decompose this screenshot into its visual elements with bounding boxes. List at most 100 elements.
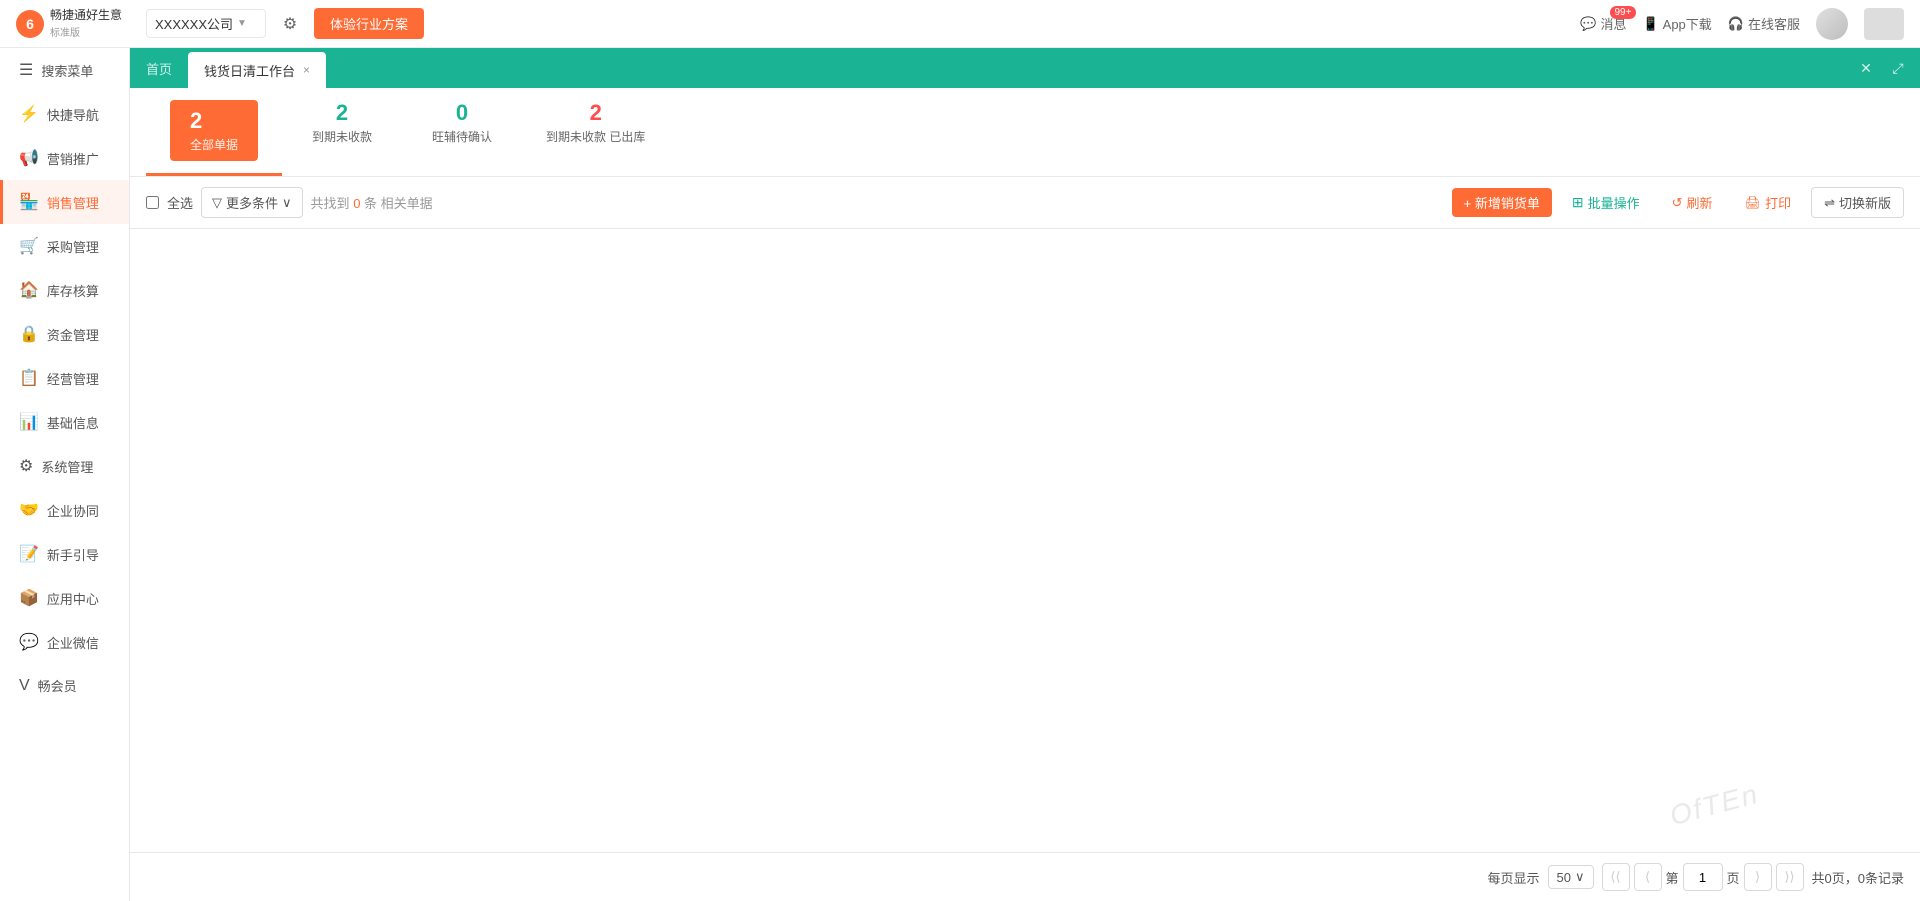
refresh-button[interactable]: ↺ 刷新 <box>1660 188 1725 217</box>
logo-icon: 6 <box>16 10 44 38</box>
search-menu-icon: ☰ <box>19 60 33 80</box>
tab-label: 首页 <box>146 59 172 78</box>
stat-tab-2[interactable]: 0 旺辅待确认 <box>402 88 522 176</box>
sidebar-item-basic-info[interactable]: 📊 基础信息 <box>0 400 129 444</box>
select-all-checkbox[interactable] <box>146 196 159 209</box>
beginner-icon: 📝 <box>19 544 39 564</box>
inventory-icon: 🏠 <box>19 280 39 300</box>
page-number-input[interactable] <box>1683 863 1723 891</box>
avatar-image <box>1816 8 1848 40</box>
chevron-down-icon: ∨ <box>282 195 292 211</box>
sidebar-item-label: 搜索菜单 <box>41 61 93 80</box>
page-navigation: ⟨⟨ ⟨ 第 页 ⟩ ⟩⟩ <box>1602 863 1804 891</box>
trial-button[interactable]: 体验行业方案 <box>314 8 424 39</box>
stat-tab-orange-bg: 2 全部单据 <box>170 100 258 161</box>
per-page-label: 每页显示 <box>1488 868 1540 887</box>
sidebar-item-search-menu[interactable]: ☰ 搜索菜单 <box>0 48 129 92</box>
sidebar-item-wechat[interactable]: 💬 企业微信 <box>0 620 129 664</box>
operation-mgmt-icon: 📋 <box>19 368 39 388</box>
sidebar-item-quick-nav[interactable]: ⚡ 快捷导航 <box>0 92 129 136</box>
stat-tab-3[interactable]: 2 到期未收款 已出库 <box>522 88 669 176</box>
page-label: 第 <box>1666 868 1679 887</box>
main-content: 2 全部单据 2 到期未收款 0 旺辅待确认 2 到期未收款 已出库 全选 ▽ … <box>130 88 1920 901</box>
stat-num-3: 2 <box>590 100 602 126</box>
sidebar-item-purchase-mgmt[interactable]: 🛒 采购管理 <box>0 224 129 268</box>
select-all-label: 全选 <box>167 193 193 212</box>
avatar[interactable] <box>1816 8 1848 40</box>
online-service-action[interactable]: 🎧 在线客服 <box>1728 14 1800 33</box>
refresh-icon: ↺ <box>1672 195 1683 211</box>
prev-page-button[interactable]: ⟨ <box>1634 863 1662 891</box>
sidebar-item-label: 企业微信 <box>47 633 99 652</box>
company-name: XXXXXX公司 <box>155 14 233 33</box>
sidebar-item-finance-mgmt[interactable]: 🔒 资金管理 <box>0 312 129 356</box>
batch-icon: ⊞ <box>1572 194 1584 211</box>
restore-tab-icon[interactable]: ⤢ <box>1884 54 1912 82</box>
stat-tab-1[interactable]: 2 到期未收款 <box>282 88 402 176</box>
stat-label-0: 全部单据 <box>190 136 238 153</box>
next-page-button[interactable]: ⟩ <box>1744 863 1772 891</box>
sidebar-item-label: 新手引导 <box>47 545 99 564</box>
per-page-select[interactable]: 50 ∨ <box>1548 865 1594 889</box>
count-text: 共找到 0 条 相关单据 <box>311 193 433 212</box>
tab-0[interactable]: 首页 <box>130 48 188 88</box>
tab-label: 钱货日清工作台 <box>204 61 295 80</box>
settings-icon[interactable]: ⚙ <box>274 8 306 40</box>
close-tab-icon[interactable]: × <box>303 63 310 77</box>
switch-new-version-button[interactable]: ⇌ 切换新版 <box>1811 187 1904 218</box>
company-selector[interactable]: XXXXXX公司 ▼ <box>146 9 266 38</box>
sidebar-item-app-center[interactable]: 📦 应用中心 <box>0 576 129 620</box>
add-sales-order-button[interactable]: + 新增销货单 <box>1452 188 1552 217</box>
chevron-down-icon: ∨ <box>1575 869 1585 885</box>
print-icon: 🖨 <box>1745 195 1762 211</box>
last-page-button[interactable]: ⟩⟩ <box>1776 863 1804 891</box>
app-center-icon: 📦 <box>19 588 39 608</box>
tab-bar: 首页 钱货日清工作台 × ✕ ⤢ <box>130 48 1920 88</box>
batch-operations-button[interactable]: ⊞ 批量操作 <box>1560 188 1652 217</box>
member-icon: V <box>19 677 30 695</box>
first-page-button[interactable]: ⟨⟨ <box>1602 863 1630 891</box>
sidebar-item-label: 企业协同 <box>47 501 99 520</box>
sidebar-item-beginner[interactable]: 📝 新手引导 <box>0 532 129 576</box>
sidebar-item-operation-mgmt[interactable]: 📋 经营管理 <box>0 356 129 400</box>
online-service-label: 在线客服 <box>1748 14 1800 33</box>
filter-label: 更多条件 <box>226 193 278 212</box>
headset-icon: 🎧 <box>1728 16 1744 32</box>
stat-label-1: 到期未收款 <box>312 128 372 145</box>
toolbar-right: + 新增销货单 ⊞ 批量操作 ↺ 刷新 🖨 打印 ⇌ 切换新版 <box>1452 187 1904 218</box>
tab-1[interactable]: 钱货日清工作台 × <box>188 52 326 88</box>
sidebar-item-label: 系统管理 <box>41 457 93 476</box>
chevron-down-icon: ▼ <box>237 18 247 29</box>
header-right: 💬 消息 99+ 📱 App下载 🎧 在线客服 <box>1580 8 1904 40</box>
filter-icon: ▽ <box>212 195 222 211</box>
sidebar-item-sales-mgmt[interactable]: 🏪 销售管理 <box>0 180 129 224</box>
switch-icon: ⇌ <box>1824 195 1835 211</box>
sidebar-item-inventory[interactable]: 🏠 库存核算 <box>0 268 129 312</box>
logo-text: 畅捷通好生意 <box>50 8 122 24</box>
sidebar-item-member[interactable]: V 畅会员 <box>0 664 129 707</box>
app-download-label: App下载 <box>1663 14 1712 33</box>
close-tab-icon[interactable]: ✕ <box>1852 54 1880 82</box>
system-mgmt-icon: ⚙ <box>19 456 33 476</box>
page-suffix: 页 <box>1727 868 1740 887</box>
logo-area: 6 畅捷通好生意 标准版 <box>16 8 146 39</box>
tab-bar-actions: ✕ ⤢ <box>1852 54 1920 82</box>
table-area <box>130 229 1920 852</box>
sidebar-item-label: 销售管理 <box>47 193 99 212</box>
app-download-action[interactable]: 📱 App下载 <box>1642 14 1711 33</box>
count-num: 0 <box>353 196 360 211</box>
pagination: 每页显示 50 ∨ ⟨⟨ ⟨ 第 页 ⟩ ⟩⟩ 共0页，0条记录 <box>130 852 1920 901</box>
sidebar-item-system-mgmt[interactable]: ⚙ 系统管理 <box>0 444 129 488</box>
stat-label-2: 旺辅待确认 <box>432 128 492 145</box>
sidebar-item-label: 库存核算 <box>47 281 99 300</box>
basic-info-icon: 📊 <box>19 412 39 432</box>
sidebar-item-enterprise[interactable]: 🤝 企业协同 <box>0 488 129 532</box>
message-action[interactable]: 💬 消息 99+ <box>1580 14 1626 33</box>
filter-button[interactable]: ▽ 更多条件 ∨ <box>201 187 303 218</box>
user-name-area <box>1864 8 1904 40</box>
marketing-icon: 📢 <box>19 148 39 168</box>
sidebar-item-label: 应用中心 <box>47 589 99 608</box>
sidebar-item-marketing[interactable]: 📢 营销推广 <box>0 136 129 180</box>
stat-tab-0[interactable]: 2 全部单据 <box>146 88 282 176</box>
print-button[interactable]: 🖨 打印 <box>1733 188 1804 217</box>
